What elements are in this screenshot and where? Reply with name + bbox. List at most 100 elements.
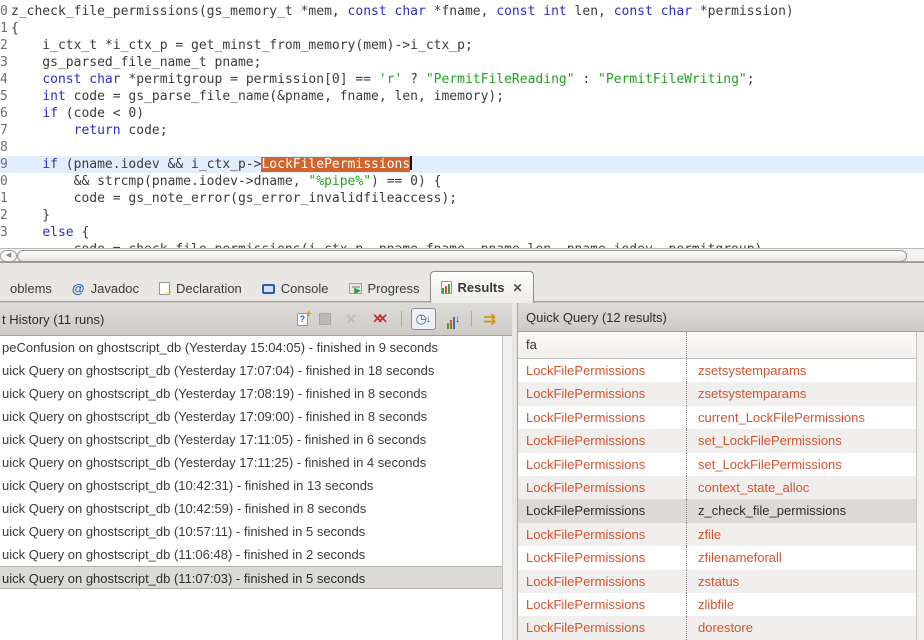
code-token: ;: [746, 72, 755, 87]
code-line[interactable]: 1{: [0, 20, 924, 37]
code-line[interactable]: 1 code = gs_note_error(gs_error_invalidf…: [0, 190, 924, 207]
code-line[interactable]: 2 i_ctx_t *i_ctx_p = get_minst_from_memo…: [0, 37, 924, 54]
code-editor[interactable]: 0 z_check_file_permissions(gs_memory_t *m…: [0, 0, 924, 251]
editor-horizontal-scrollbar[interactable]: ◀: [0, 248, 924, 262]
result-cell-element[interactable]: LockFilePermissions: [518, 546, 686, 569]
sparkle: +: [305, 308, 312, 320]
result-row[interactable]: LockFilePermissions zfilenameforall: [518, 546, 924, 570]
results-filter-input[interactable]: fa: [518, 332, 686, 358]
new-query-icon[interactable]: ? +: [296, 309, 312, 326]
code-token: ?: [402, 72, 426, 87]
history-row[interactable]: uick Query on ghostscript_db (11:06:48) …: [0, 543, 512, 566]
result-cell-location[interactable]: zsetsystemparams: [686, 359, 924, 383]
result-row[interactable]: LockFilePermissions dorestore: [518, 616, 924, 640]
result-cell-element[interactable]: LockFilePermissions: [518, 616, 686, 639]
sort-time-icon[interactable]: ◷ ↓: [410, 308, 436, 330]
history-row[interactable]: uick Query on ghostscript_db (10:57:11) …: [0, 520, 512, 543]
result-cell-element[interactable]: LockFilePermissions: [518, 359, 686, 382]
result-row[interactable]: LockFilePermissions zsetsystemparams: [518, 359, 924, 383]
result-cell-location[interactable]: zfilenameforall: [686, 546, 924, 570]
result-cell-element[interactable]: LockFilePermissions: [518, 476, 686, 499]
result-cell-element[interactable]: LockFilePermissions: [518, 593, 686, 616]
code-line[interactable]: 7 return code;: [0, 122, 924, 139]
result-row[interactable]: LockFilePermissions current_LockFilePermi…: [518, 405, 924, 430]
result-row[interactable]: LockFilePermissions zstatus: [518, 569, 924, 593]
result-cell-element[interactable]: LockFilePermissions: [518, 499, 686, 522]
code-line[interactable]: 6 if (code < 0): [0, 105, 924, 122]
result-row[interactable]: LockFilePermissions zsetsystemparams: [518, 382, 924, 406]
result-row[interactable]: LockFilePermissions context_state_alloc: [518, 475, 924, 500]
tab-declaration[interactable]: → Declaration: [149, 275, 252, 302]
history-scrollbar-track[interactable]: [502, 336, 512, 640]
result-cell-location[interactable]: context_state_alloc: [686, 475, 924, 500]
result-cell-element[interactable]: LockFilePermissions: [518, 570, 686, 593]
remove-all-icon[interactable]: ✕✕: [369, 309, 392, 329]
code-line[interactable]: 2 }: [0, 207, 924, 224]
code-token: gs_parsed_file_name_t pname;: [11, 55, 262, 70]
code-line[interactable]: 8: [0, 139, 924, 156]
view-tab-bar: oblems @ Javadoc → Declaration Console ▶ Progre…: [0, 262, 924, 303]
declaration-arrow: →: [163, 286, 174, 297]
result-cell-location[interactable]: z_check_file_permissions: [686, 499, 924, 523]
code-token: code = gs_parse_file_name(&pname, fname,…: [65, 89, 505, 104]
result-cell-location[interactable]: zsetsystemparams: [686, 382, 924, 406]
code-line[interactable]: 5 int code = gs_parse_file_name(&pname, …: [0, 88, 924, 105]
history-row[interactable]: uick Query on ghostscript_db (10:42:59) …: [0, 497, 512, 520]
rerun-icon[interactable]: ⇉: [481, 309, 498, 329]
result-cell-location[interactable]: zstatus: [686, 569, 924, 593]
tab-oblems[interactable]: oblems: [0, 275, 62, 302]
history-row[interactable]: uick Query on ghostscript_db (10:42:31) …: [0, 474, 512, 497]
history-row[interactable]: uick Query on ghostscript_db (11:07:03) …: [0, 566, 512, 589]
highlighted-occurrence: LockFilePermissions: [261, 157, 411, 172]
result-cell-location[interactable]: zfile: [686, 522, 924, 547]
scrollbar-thumb[interactable]: [17, 250, 907, 262]
history-row[interactable]: uick Query on ghostscript_db (Yesterday …: [0, 405, 512, 428]
history-row[interactable]: peConfusion on ghostscript_db (Yesterday…: [0, 336, 512, 359]
result-row[interactable]: LockFilePermissions zfile: [518, 522, 924, 547]
result-cell-element[interactable]: LockFilePermissions: [518, 523, 686, 546]
code-line[interactable]: 0 && strcmp(pname.iodev->dname, "%pipe%"…: [0, 173, 924, 190]
tab-console[interactable]: Console: [252, 275, 339, 302]
result-row[interactable]: LockFilePermissions z_check_file_permissi…: [518, 499, 924, 523]
result-cell-location[interactable]: current_LockFilePermissions: [686, 405, 924, 430]
quick-query-header: Quick Query (12 results): [518, 302, 924, 332]
code-line[interactable]: 3 else {: [0, 224, 924, 241]
results-scrollbar-track[interactable]: [916, 332, 924, 640]
stop-icon[interactable]: [317, 309, 334, 329]
result-cell-element[interactable]: LockFilePermissions: [518, 429, 686, 452]
result-row[interactable]: LockFilePermissions zlibfile: [518, 592, 924, 617]
results-filter-input-col2[interactable]: [686, 332, 924, 358]
result-cell-location[interactable]: set_LockFilePermissions: [686, 452, 924, 476]
result-cell-location[interactable]: set_LockFilePermissions: [686, 429, 924, 453]
line-number: 2: [0, 208, 8, 223]
remove-icon[interactable]: ✕: [343, 309, 360, 329]
result-cell-location[interactable]: zlibfile: [686, 592, 924, 617]
sort-results-icon[interactable]: ↓: [445, 309, 462, 329]
line-number: 1: [0, 21, 8, 36]
history-row[interactable]: uick Query on ghostscript_db (Yesterday …: [0, 451, 512, 474]
code-token: (pname.iodev && i_ctx_p->: [57, 157, 262, 172]
tab-results[interactable]: Results ✕: [429, 271, 534, 303]
code-token: z_check_file_permissions(gs_memory_t *me…: [11, 4, 348, 19]
code-line[interactable]: 4 const char *permitgroup = permission[0…: [0, 71, 924, 88]
result-cell-element[interactable]: LockFilePermissions: [518, 453, 686, 476]
code-line[interactable]: 9 if (pname.iodev && i_ctx_p->LockFilePe…: [0, 156, 924, 173]
result-cell-element[interactable]: LockFilePermissions: [518, 382, 686, 405]
tab-javadoc[interactable]: @ Javadoc: [62, 275, 149, 302]
code-token: *permission): [691, 4, 794, 19]
code-token: {: [73, 225, 90, 240]
scroll-left-button[interactable]: ◀: [0, 250, 17, 262]
tab-progress[interactable]: ▶ Progress: [339, 275, 430, 302]
code-line[interactable]: 0 z_check_file_permissions(gs_memory_t *m…: [0, 3, 924, 20]
code-line[interactable]: 3 gs_parsed_file_name_t pname;: [0, 54, 924, 71]
history-row[interactable]: uick Query on ghostscript_db (Yesterday …: [0, 359, 512, 382]
result-row[interactable]: LockFilePermissions set_LockFilePermissio…: [518, 429, 924, 453]
history-row[interactable]: uick Query on ghostscript_db (Yesterday …: [0, 428, 512, 451]
history-row[interactable]: uick Query on ghostscript_db (Yesterday …: [0, 382, 512, 405]
result-row[interactable]: LockFilePermissions set_LockFilePermissio…: [518, 452, 924, 476]
result-cell-location[interactable]: dorestore: [686, 616, 924, 640]
code-text: code = gs_note_error(gs_error_invalidfil…: [11, 190, 458, 207]
close-icon[interactable]: ✕: [513, 281, 523, 295]
result-cell-element[interactable]: LockFilePermissions: [518, 406, 686, 429]
